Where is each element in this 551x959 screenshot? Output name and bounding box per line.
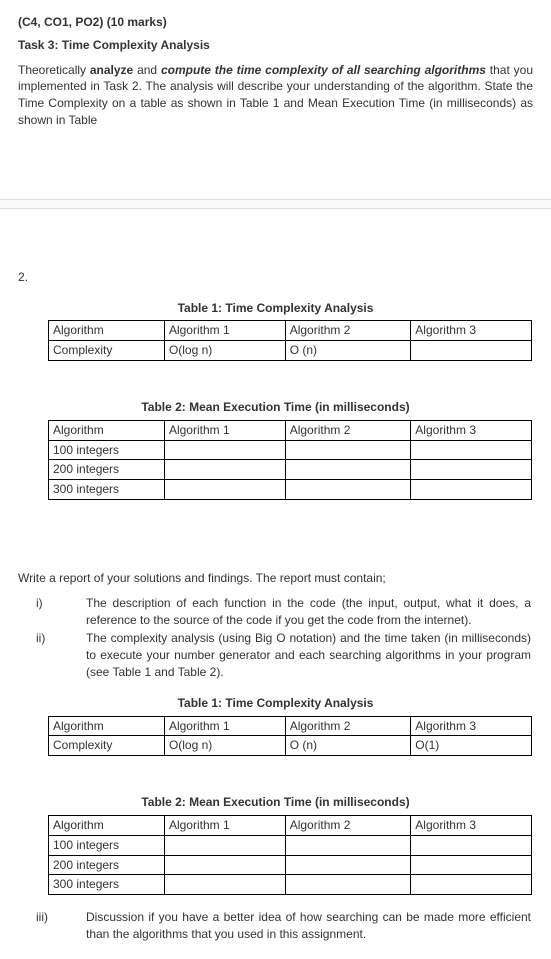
cell: [164, 855, 285, 875]
cell: [164, 440, 285, 460]
cell: [411, 341, 532, 361]
cell: [411, 855, 532, 875]
cell: O (n): [285, 341, 411, 361]
cell: Algorithm: [49, 321, 165, 341]
cell: [411, 835, 532, 855]
cell: 200 integers: [49, 855, 165, 875]
table-row: 200 integers: [49, 460, 532, 480]
table1b: Algorithm Algorithm 1 Algorithm 2 Algori…: [48, 716, 532, 757]
cell: Algorithm: [49, 815, 165, 835]
table1b-title: Table 1: Time Complexity Analysis: [18, 695, 533, 712]
cell: 100 integers: [49, 440, 165, 460]
table-row: Algorithm Algorithm 1 Algorithm 2 Algori…: [49, 420, 532, 440]
table-row: 300 integers: [49, 480, 532, 500]
cell: Algorithm 3: [411, 420, 532, 440]
cell: Algorithm 1: [164, 815, 285, 835]
table2a: Algorithm Algorithm 1 Algorithm 2 Algori…: [48, 420, 532, 500]
list-text: Discussion if you have a better idea of …: [86, 909, 533, 943]
table-row: 100 integers: [49, 835, 532, 855]
cell: Algorithm 2: [285, 321, 411, 341]
cell: [164, 480, 285, 500]
section-divider: [0, 199, 551, 209]
intro-analyze: analyze: [90, 63, 133, 77]
list-label: ii): [18, 630, 86, 680]
cell: Algorithm 2: [285, 815, 411, 835]
cell: Algorithm: [49, 420, 165, 440]
cell: Algorithm: [49, 716, 165, 736]
list-item-ii: ii) The complexity analysis (using Big O…: [18, 630, 533, 680]
intro-text-1: Theoretically: [18, 63, 90, 77]
intro-paragraph: Theoretically analyze and compute the ti…: [18, 62, 533, 129]
cell: [285, 855, 411, 875]
table2a-title: Table 2: Mean Execution Time (in millise…: [18, 399, 533, 416]
table-row: Algorithm Algorithm 1 Algorithm 2 Algori…: [49, 815, 532, 835]
table2b-title: Table 2: Mean Execution Time (in millise…: [18, 794, 533, 811]
table-row: Algorithm Algorithm 1 Algorithm 2 Algori…: [49, 321, 532, 341]
cell: Algorithm 3: [411, 815, 532, 835]
cell: 300 integers: [49, 480, 165, 500]
table1a-title: Table 1: Time Complexity Analysis: [18, 300, 533, 317]
intro-compute: compute the time complexity of all searc…: [161, 63, 486, 77]
table-row: 100 integers: [49, 440, 532, 460]
header-metadata: (C4, CO1, PO2) (10 marks): [18, 14, 533, 31]
list-label: i): [18, 595, 86, 629]
table-row: Algorithm Algorithm 1 Algorithm 2 Algori…: [49, 716, 532, 736]
cell: [411, 460, 532, 480]
cell: O(log n): [164, 341, 285, 361]
cell: O(log n): [164, 736, 285, 756]
cell: [285, 835, 411, 855]
cell: 100 integers: [49, 835, 165, 855]
section-number: 2.: [18, 269, 533, 286]
cell: Algorithm 1: [164, 716, 285, 736]
list-label: iii): [18, 909, 86, 943]
cell: [411, 875, 532, 895]
cell: Algorithm 2: [285, 420, 411, 440]
cell: O(1): [411, 736, 532, 756]
cell: Complexity: [49, 736, 165, 756]
list-text: The description of each function in the …: [86, 595, 533, 629]
cell: [285, 480, 411, 500]
table-row: Complexity O(log n) O (n) O(1): [49, 736, 532, 756]
cell: [164, 460, 285, 480]
list-item-i: i) The description of each function in t…: [18, 595, 533, 629]
list-text: The complexity analysis (using Big O not…: [86, 630, 533, 680]
report-intro: Write a report of your solutions and fin…: [18, 570, 533, 587]
cell: O (n): [285, 736, 411, 756]
cell: [164, 835, 285, 855]
cell: [164, 875, 285, 895]
cell: Complexity: [49, 341, 165, 361]
cell: Algorithm 3: [411, 321, 532, 341]
table1a: Algorithm Algorithm 1 Algorithm 2 Algori…: [48, 320, 532, 361]
cell: 200 integers: [49, 460, 165, 480]
table-row: Complexity O(log n) O (n): [49, 341, 532, 361]
task-title: Task 3: Time Complexity Analysis: [18, 37, 533, 54]
cell: [411, 480, 532, 500]
cell: Algorithm 1: [164, 420, 285, 440]
table-row: 200 integers: [49, 855, 532, 875]
intro-text-2: and: [133, 63, 161, 77]
table2b: Algorithm Algorithm 1 Algorithm 2 Algori…: [48, 815, 532, 895]
cell: [285, 875, 411, 895]
cell: Algorithm 1: [164, 321, 285, 341]
table-row: 300 integers: [49, 875, 532, 895]
cell: Algorithm 3: [411, 716, 532, 736]
cell: [285, 460, 411, 480]
list-item-iii: iii) Discussion if you have a better ide…: [18, 909, 533, 943]
cell: 300 integers: [49, 875, 165, 895]
cell: Algorithm 2: [285, 716, 411, 736]
cell: [285, 440, 411, 460]
cell: [411, 440, 532, 460]
